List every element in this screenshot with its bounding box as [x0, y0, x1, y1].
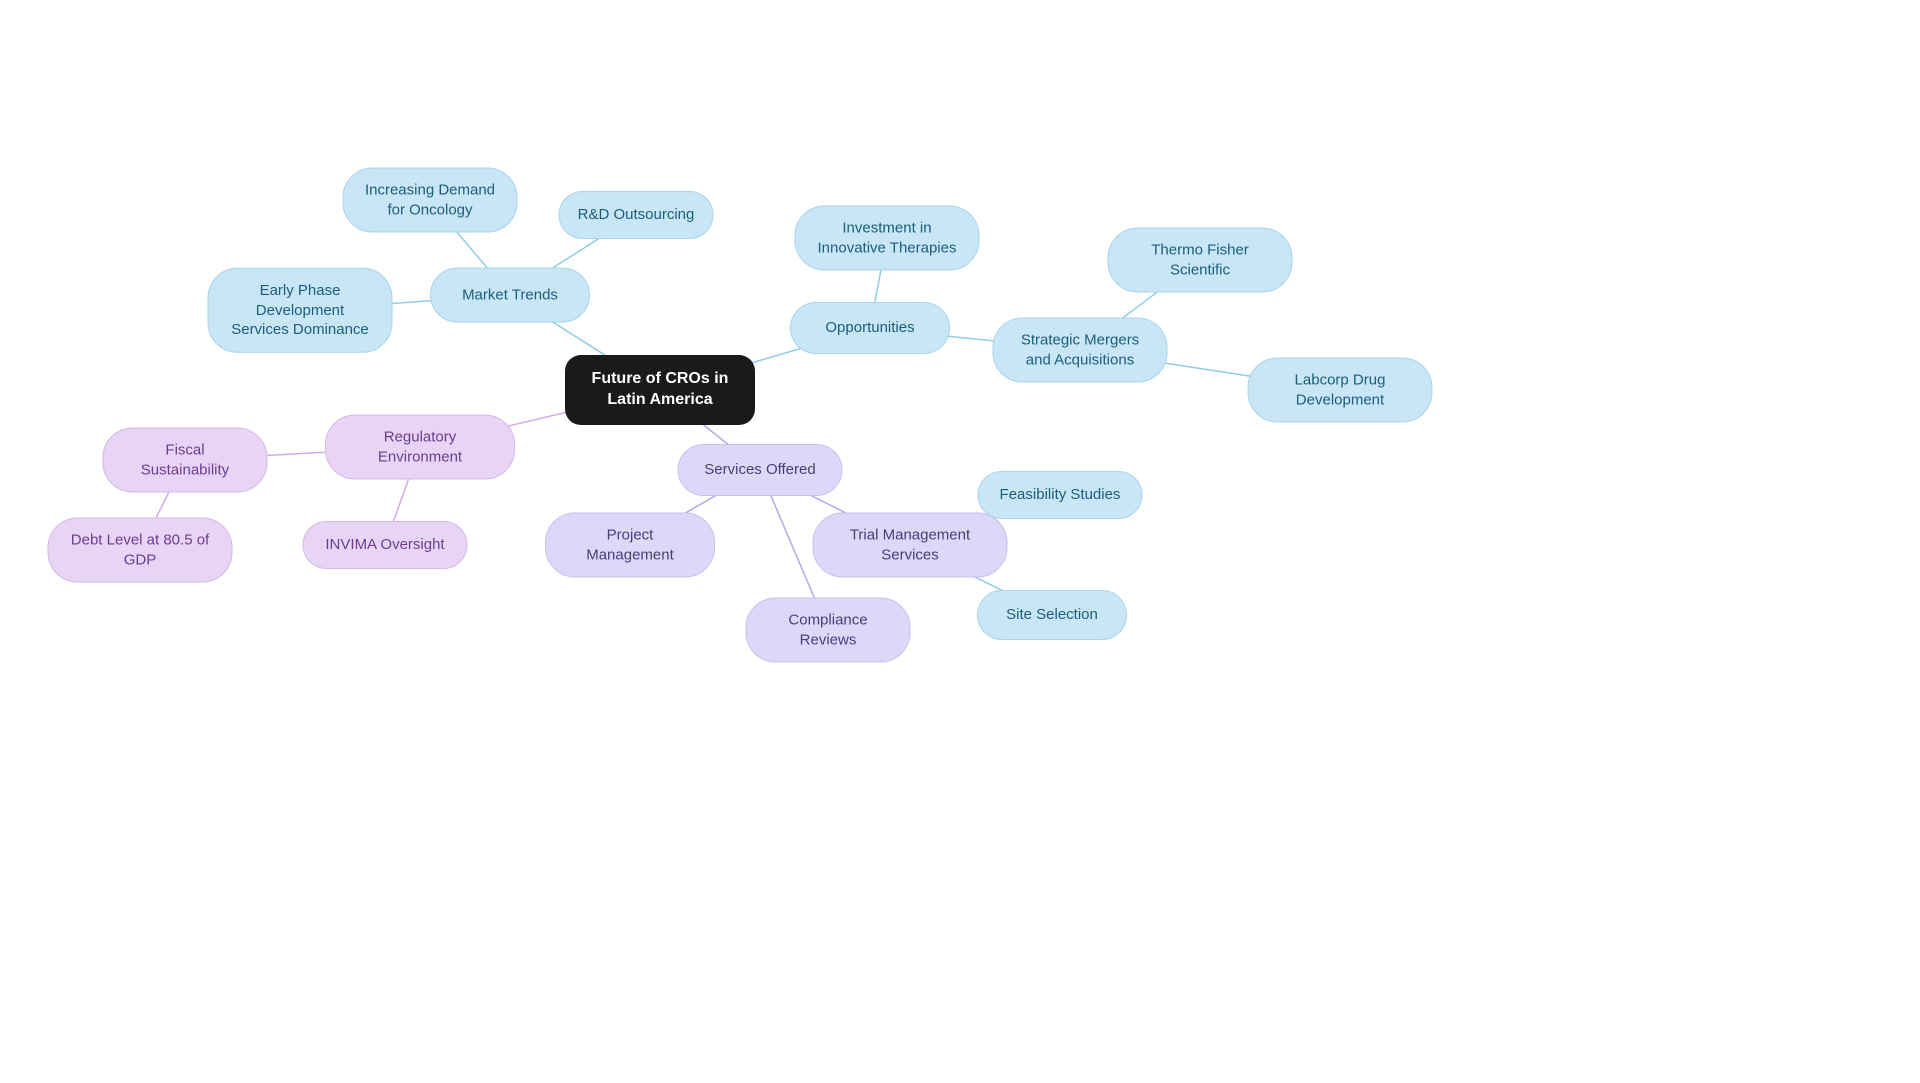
market_trends-node[interactable]: Market Trends: [430, 268, 590, 323]
investment-node[interactable]: Investment in Innovative Therapies: [795, 206, 980, 271]
increasing_demand-node[interactable]: Increasing Demand for Oncology: [343, 168, 518, 233]
center-node[interactable]: Future of CROs in Latin America: [565, 355, 755, 425]
invima-node[interactable]: INVIMA Oversight: [303, 521, 468, 569]
feasibility_studies-node[interactable]: Feasibility Studies: [978, 471, 1143, 519]
services_offered-node[interactable]: Services Offered: [678, 444, 843, 496]
trial_management-node[interactable]: Trial Management Services: [813, 513, 1008, 578]
opportunities-node[interactable]: Opportunities: [790, 302, 950, 354]
site_selection-node[interactable]: Site Selection: [977, 590, 1127, 640]
strategic_mergers-node[interactable]: Strategic Mergers and Acquisitions: [993, 318, 1168, 383]
early_phase-node[interactable]: Early Phase Development Services Dominan…: [208, 268, 393, 353]
debt_level-node[interactable]: Debt Level at 80.5 of GDP: [48, 518, 233, 583]
labcorp-node[interactable]: Labcorp Drug Development: [1248, 358, 1433, 423]
regulatory-node[interactable]: Regulatory Environment: [325, 415, 515, 480]
mindmap-container: Future of CROs in Latin America Market T…: [0, 0, 1920, 1083]
thermo_fisher-node[interactable]: Thermo Fisher Scientific: [1108, 228, 1293, 293]
rd_outsourcing-node[interactable]: R&D Outsourcing: [559, 191, 714, 239]
project_management-node[interactable]: Project Management: [545, 513, 715, 578]
compliance_reviews-node[interactable]: Compliance Reviews: [746, 598, 911, 663]
fiscal-node[interactable]: Fiscal Sustainability: [103, 428, 268, 493]
